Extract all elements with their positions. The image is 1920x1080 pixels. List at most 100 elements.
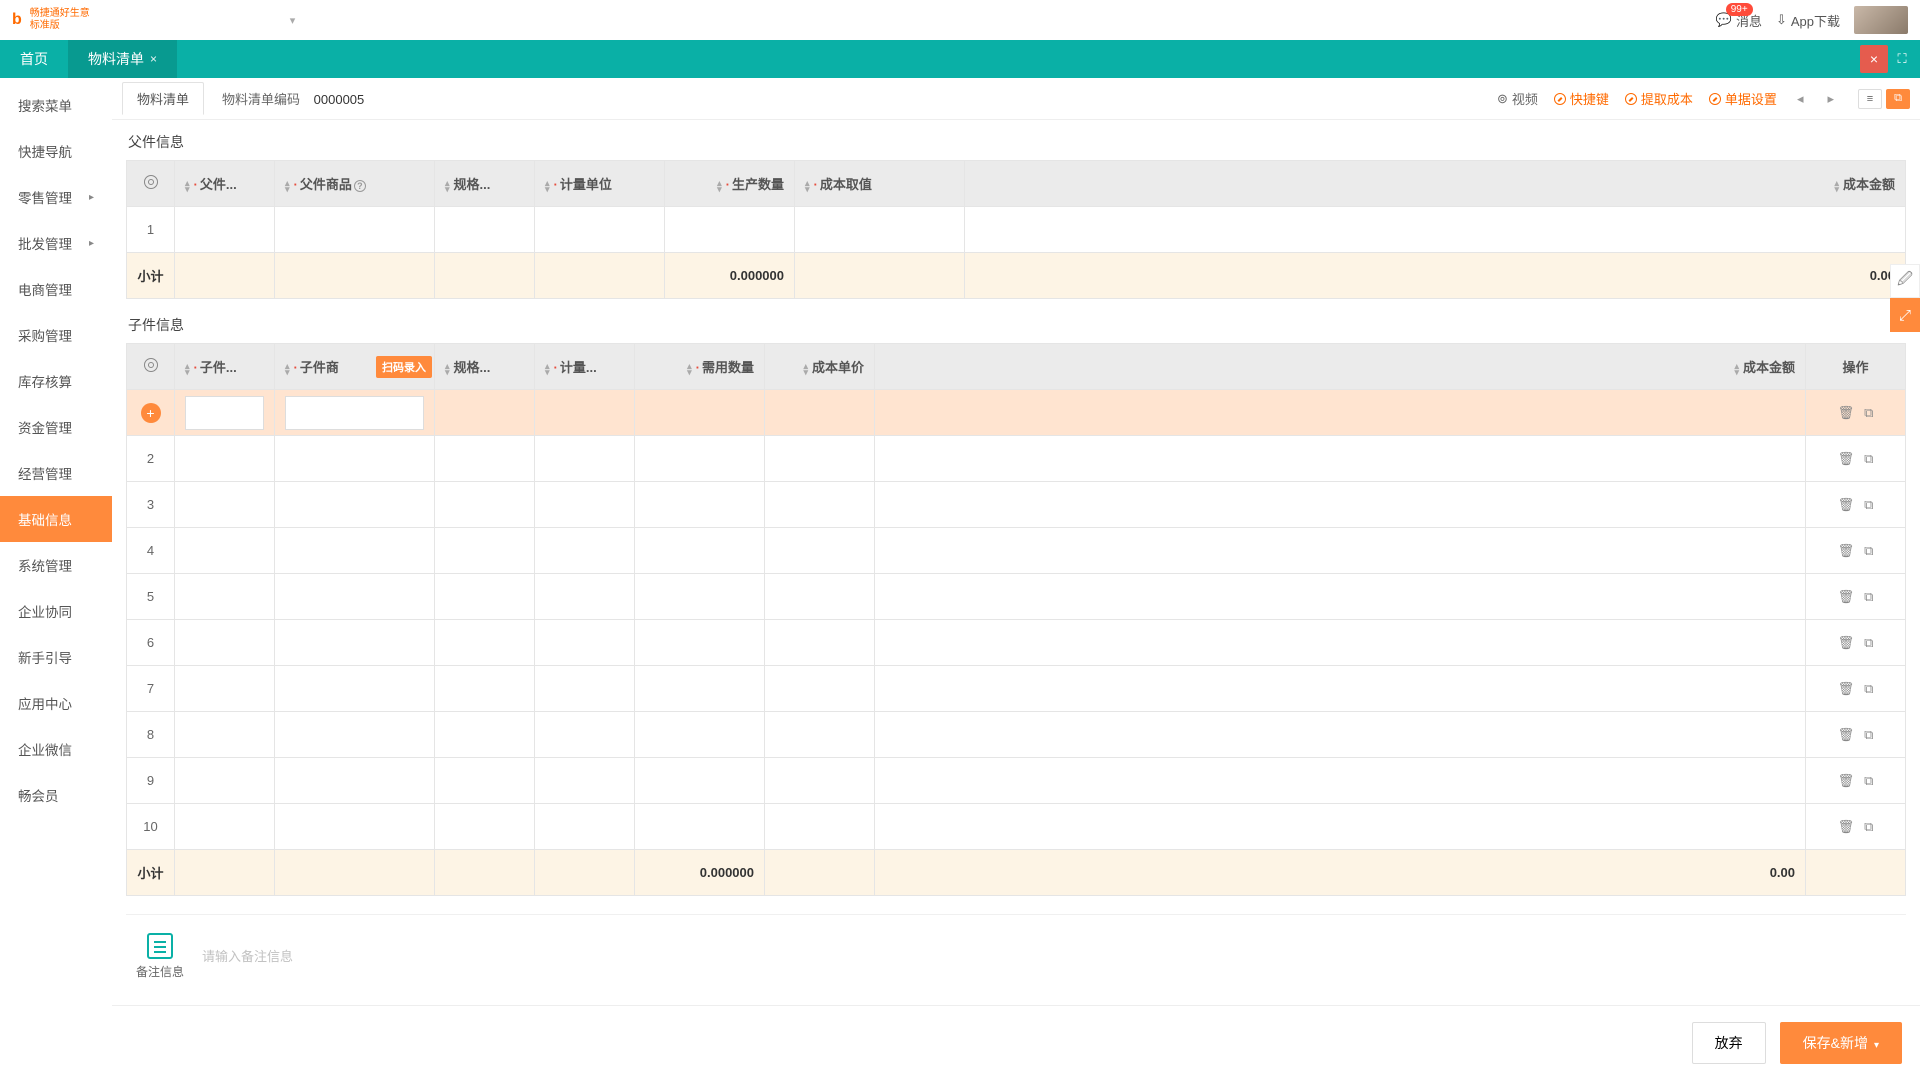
messages-button[interactable]: 💬 消息 99+ — [1716, 11, 1762, 30]
tab-bom[interactable]: 物料清单 × — [68, 40, 177, 78]
table-row[interactable]: 7 — [127, 666, 1906, 712]
col-child-product[interactable]: ▴▾·子件商扫码录入 — [275, 344, 435, 390]
col-child-costamt[interactable]: ▴▾成本金额 — [875, 344, 1806, 390]
nav-prev-icon[interactable]: ◂ — [1793, 91, 1808, 107]
sidebar-item-retail[interactable]: 零售管理▸ — [0, 174, 112, 220]
scan-input-tag[interactable]: 扫码录入 — [376, 356, 432, 378]
table-row[interactable]: 4 — [127, 528, 1906, 574]
col-child-costprice[interactable]: ▴▾成本单价 — [765, 344, 875, 390]
sidebar-item-guide[interactable]: 新手引导 — [0, 634, 112, 680]
app-download-label: App下载 — [1791, 11, 1840, 30]
col-parent-costsrc[interactable]: ▴▾·成本取值 — [795, 161, 965, 207]
table-row[interactable]: 8 — [127, 712, 1906, 758]
sidebar-item-label: 经营管理 — [18, 463, 72, 483]
add-row-button[interactable]: + — [141, 403, 161, 423]
col-child-unit[interactable]: ▴▾·计量... — [535, 344, 635, 390]
sidebar-item-label: 应用中心 — [18, 693, 72, 713]
chevron-down-icon[interactable]: ▾ — [290, 14, 296, 27]
close-all-button[interactable]: × — [1860, 45, 1888, 73]
delete-row-icon[interactable] — [1838, 634, 1855, 651]
col-parent-spec[interactable]: ▴▾规格... — [435, 161, 535, 207]
delete-row-icon[interactable] — [1838, 496, 1855, 513]
copy-row-icon[interactable] — [1864, 772, 1873, 789]
sidebar-item-search[interactable]: 搜索菜单 — [0, 82, 112, 128]
copy-row-icon[interactable] — [1864, 634, 1873, 651]
col-child-qty[interactable]: ▴▾·需用数量 — [635, 344, 765, 390]
tab-home[interactable]: 首页 — [0, 40, 68, 78]
tab-bom-label: 物料清单 — [88, 49, 144, 69]
sidebar-item-system[interactable]: 系统管理 — [0, 542, 112, 588]
doc-settings-button[interactable]: 单据设置 — [1709, 89, 1777, 108]
attachment-icon[interactable]: 🖉 — [1890, 264, 1920, 298]
copy-row-icon[interactable] — [1864, 818, 1873, 835]
sidebar-item-ops[interactable]: 经营管理 — [0, 450, 112, 496]
subtotal-label: 小计 — [127, 253, 175, 299]
chevron-down-icon[interactable]: ▾ — [1874, 1040, 1879, 1051]
sidebar-item-quick[interactable]: 快捷导航 — [0, 128, 112, 174]
shortcut-button[interactable]: 快捷键 — [1554, 89, 1609, 108]
col-parent-unit[interactable]: ▴▾·计量单位 — [535, 161, 665, 207]
nav-next-icon[interactable]: ▸ — [1823, 91, 1838, 107]
sidebar-item-label: 搜索菜单 — [18, 95, 72, 115]
remark-input[interactable] — [202, 941, 1896, 972]
copy-row-icon[interactable] — [1864, 542, 1873, 559]
delete-row-icon[interactable] — [1838, 542, 1855, 559]
expand-icon[interactable]: ⤢ — [1890, 298, 1920, 332]
messages-badge: 99+ — [1726, 3, 1753, 16]
copy-row-icon[interactable] — [1864, 588, 1873, 605]
sidebar-item-funds[interactable]: 资金管理 — [0, 404, 112, 450]
sidebar-item-purchase[interactable]: 采购管理 — [0, 312, 112, 358]
table-row[interactable]: 6 — [127, 620, 1906, 666]
sidebar-item-apps[interactable]: 应用中心 — [0, 680, 112, 726]
discard-button[interactable]: 放弃 — [1692, 1022, 1766, 1064]
delete-row-icon[interactable] — [1838, 726, 1855, 743]
video-button[interactable]: ⊚视频 — [1497, 89, 1538, 108]
delete-row-icon[interactable] — [1838, 818, 1855, 835]
copy-row-icon[interactable] — [1864, 450, 1873, 467]
sidebar-item-label: 系统管理 — [18, 555, 72, 575]
table-row[interactable]: 10 — [127, 804, 1906, 850]
sidebar-item-basic[interactable]: 基础信息 — [0, 496, 112, 542]
view-detail-button[interactable]: ⧉ — [1886, 89, 1910, 109]
table-row[interactable]: 3 — [127, 482, 1906, 528]
sidebar-item-wecom[interactable]: 企业微信 — [0, 726, 112, 772]
save-new-button[interactable]: 保存&新增▾ — [1780, 1022, 1902, 1064]
col-parent-product[interactable]: ▴▾·父件商品? — [275, 161, 435, 207]
delete-row-icon[interactable] — [1838, 450, 1855, 467]
help-icon[interactable]: ? — [354, 180, 366, 192]
avatar[interactable] — [1854, 6, 1908, 34]
delete-row-icon[interactable] — [1838, 588, 1855, 605]
copy-row-icon[interactable] — [1864, 726, 1873, 743]
gear-icon[interactable] — [144, 358, 158, 372]
fullscreen-icon[interactable]: ⛶ — [1892, 49, 1912, 69]
col-child-code[interactable]: ▴▾·子件... — [175, 344, 275, 390]
extract-cost-button[interactable]: 提取成本 — [1625, 89, 1693, 108]
sidebar-item-wholesale[interactable]: 批发管理▸ — [0, 220, 112, 266]
close-icon[interactable]: × — [150, 52, 157, 66]
app-download-button[interactable]: ⇩ App下载 — [1776, 11, 1840, 30]
table-row[interactable]: 5 — [127, 574, 1906, 620]
gear-icon[interactable] — [144, 175, 158, 189]
table-row[interactable]: + — [127, 390, 1906, 436]
table-row[interactable]: 9 — [127, 758, 1906, 804]
child-product-input[interactable] — [285, 396, 424, 430]
sidebar-item-collab[interactable]: 企业协同 — [0, 588, 112, 634]
sidebar-item-stock[interactable]: 库存核算 — [0, 358, 112, 404]
view-list-button[interactable]: ≡ — [1858, 89, 1882, 109]
sidebar-item-member[interactable]: 畅会员 — [0, 772, 112, 818]
copy-row-icon[interactable] — [1864, 404, 1873, 421]
child-code-input[interactable] — [185, 396, 264, 430]
copy-row-icon[interactable] — [1864, 680, 1873, 697]
copy-row-icon[interactable] — [1864, 496, 1873, 513]
delete-row-icon[interactable] — [1838, 772, 1855, 789]
col-child-spec[interactable]: ▴▾规格... — [435, 344, 535, 390]
col-parent-code[interactable]: ▴▾·父件... — [175, 161, 275, 207]
delete-row-icon[interactable] — [1838, 680, 1855, 697]
page-tab-bom[interactable]: 物料清单 — [122, 82, 204, 115]
col-parent-costamt[interactable]: ▴▾成本金额 — [965, 161, 1906, 207]
parent-row[interactable]: 1 — [127, 207, 1906, 253]
col-parent-qty[interactable]: ▴▾·生产数量 — [665, 161, 795, 207]
delete-row-icon[interactable] — [1838, 404, 1855, 421]
table-row[interactable]: 2 — [127, 436, 1906, 482]
sidebar-item-ecom[interactable]: 电商管理 — [0, 266, 112, 312]
